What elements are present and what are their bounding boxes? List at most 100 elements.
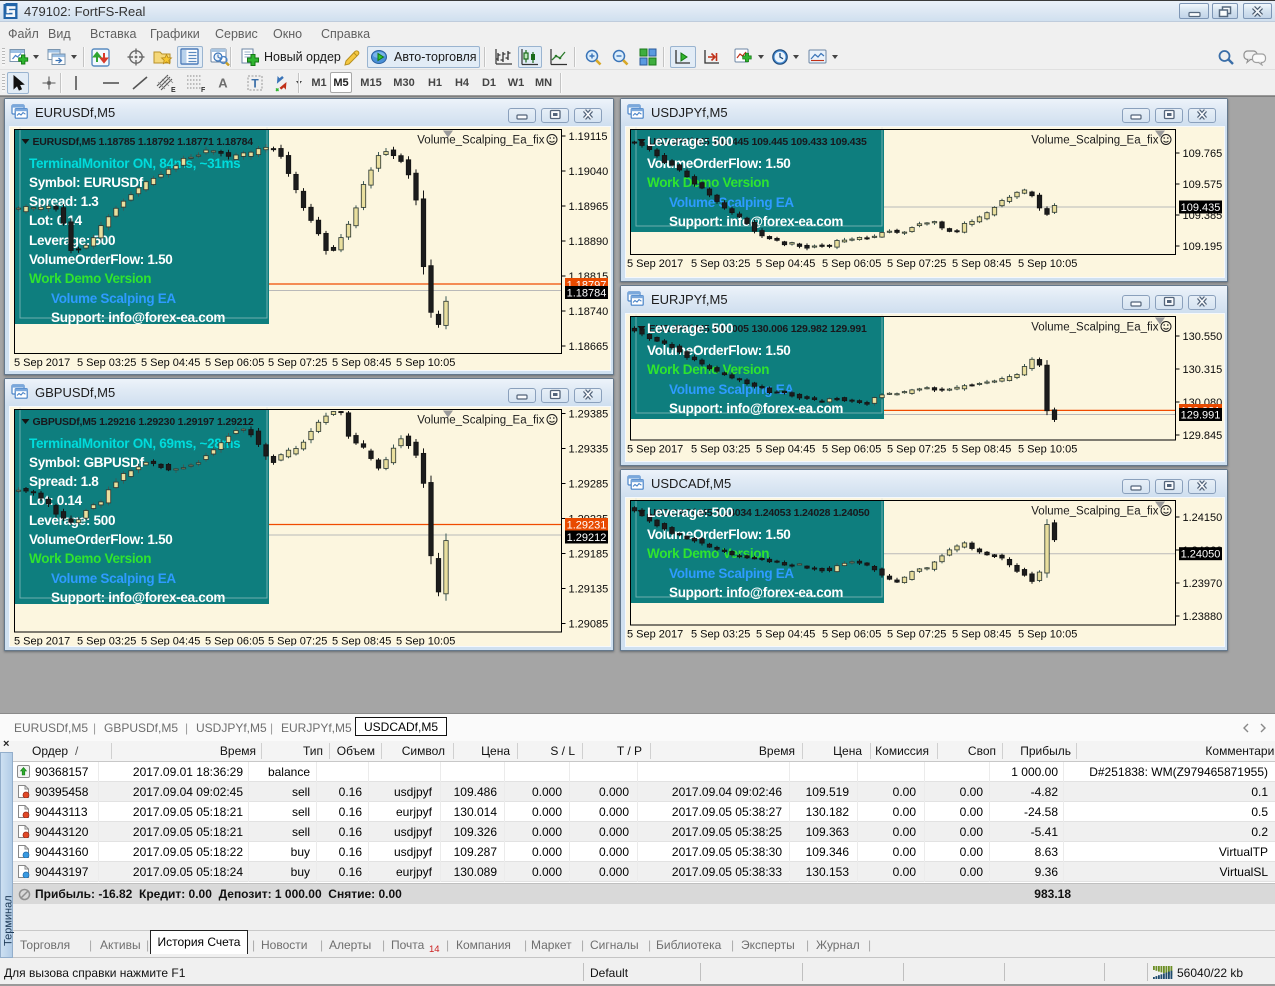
svg-text:5 Sep 10:05: 5 Sep 10:05 <box>396 357 455 369</box>
svg-text:1.29085: 1.29085 <box>569 619 609 631</box>
svg-text:5 Sep 06:05: 5 Sep 06:05 <box>205 357 264 369</box>
svg-text:5 Sep 04:45: 5 Sep 04:45 <box>141 357 200 369</box>
svg-text:109.435: 109.435 <box>1181 202 1221 214</box>
svg-text:129.991: 129.991 <box>1181 410 1221 422</box>
svg-text:5 Sep 07:25: 5 Sep 07:25 <box>268 636 327 647</box>
svg-text:Volume Scalping EA: Volume Scalping EA <box>51 291 176 306</box>
svg-text:Spread: 1.8: Spread: 1.8 <box>29 474 99 489</box>
svg-text:1.18784: 1.18784 <box>567 288 607 300</box>
svg-text:130.315: 130.315 <box>1183 364 1223 376</box>
svg-text:1.18890: 1.18890 <box>569 236 609 248</box>
svg-text:Volume_Scalping_Ea_fix: Volume_Scalping_Ea_fix <box>417 135 544 147</box>
svg-text:Volume_Scalping_Ea_fix: Volume_Scalping_Ea_fix <box>1031 506 1158 518</box>
svg-text:Volume_Scalping_Ea_fix: Volume_Scalping_Ea_fix <box>1031 322 1158 334</box>
svg-text:5 Sep 06:05: 5 Sep 06:05 <box>205 636 264 647</box>
svg-text:TerminalMonitor ON, 84ms, ~31m: TerminalMonitor ON, 84ms, ~31ms <box>29 156 240 171</box>
svg-text:5 Sep 03:25: 5 Sep 03:25 <box>77 636 136 647</box>
svg-text:Volume_Scalping_Ea_fix: Volume_Scalping_Ea_fix <box>1031 135 1158 147</box>
svg-text:5 Sep 07:25: 5 Sep 07:25 <box>887 258 946 270</box>
svg-text:1.24150: 1.24150 <box>1183 512 1223 524</box>
svg-text:1.29285: 1.29285 <box>569 479 609 491</box>
svg-text:Leverage: 500: Leverage: 500 <box>647 321 733 336</box>
svg-text:Work Demo Version: Work Demo Version <box>647 362 769 377</box>
svg-text:5 Sep 10:05: 5 Sep 10:05 <box>1018 444 1077 456</box>
svg-text:VolumeOrderFlow: 1.50: VolumeOrderFlow: 1.50 <box>29 532 173 547</box>
svg-text:VolumeOrderFlow: 1.50: VolumeOrderFlow: 1.50 <box>647 343 791 358</box>
svg-text:GBPUSDf,M5 1.29216 1.29230 1.: GBPUSDf,M5 1.29216 1.29230 1.29197 1.292… <box>33 416 254 428</box>
svg-text:1.18740: 1.18740 <box>569 306 609 318</box>
svg-text:Work Demo Version: Work Demo Version <box>647 175 769 190</box>
svg-text:5 Sep 2017: 5 Sep 2017 <box>627 629 683 641</box>
svg-text:130.550: 130.550 <box>1183 331 1223 343</box>
svg-text:129.845: 129.845 <box>1183 430 1223 442</box>
svg-text:109.575: 109.575 <box>1183 179 1223 191</box>
svg-text:5 Sep 08:45: 5 Sep 08:45 <box>332 357 391 369</box>
svg-text:Volume_Scalping_Ea_fix: Volume_Scalping_Ea_fix <box>417 415 544 427</box>
svg-text:T: T <box>251 77 259 91</box>
svg-text:5 Sep 10:05: 5 Sep 10:05 <box>1018 629 1077 641</box>
svg-text:Support: info@forex-ea.com: Support: info@forex-ea.com <box>669 585 843 600</box>
svg-text:5 Sep 04:45: 5 Sep 04:45 <box>756 258 815 270</box>
svg-text:EURUSDf,M5 1.18785 1.18792 1.: EURUSDf,M5 1.18785 1.18792 1.18771 1.187… <box>33 136 254 148</box>
svg-text:1.29231: 1.29231 <box>567 520 607 532</box>
svg-text:5 Sep 08:45: 5 Sep 08:45 <box>952 444 1011 456</box>
svg-text:VolumeOrderFlow: 1.50: VolumeOrderFlow: 1.50 <box>647 527 791 542</box>
svg-text:Leverage: 500: Leverage: 500 <box>647 134 733 149</box>
svg-text:109.765: 109.765 <box>1183 148 1223 160</box>
svg-text:1.29335: 1.29335 <box>569 444 609 456</box>
svg-text:5 Sep 03:25: 5 Sep 03:25 <box>691 629 750 641</box>
svg-text:5 Sep 03:25: 5 Sep 03:25 <box>691 258 750 270</box>
svg-text:E: E <box>171 87 176 93</box>
svg-text:5 Sep 03:25: 5 Sep 03:25 <box>77 357 136 369</box>
svg-text:5 Sep 2017: 5 Sep 2017 <box>14 357 70 369</box>
svg-text:1.29212: 1.29212 <box>567 532 607 544</box>
svg-text:Work Demo Version: Work Demo Version <box>647 546 769 561</box>
svg-text:5 Sep 08:45: 5 Sep 08:45 <box>952 629 1011 641</box>
svg-text:1.19040: 1.19040 <box>569 166 609 178</box>
svg-text:1.29135: 1.29135 <box>569 584 609 596</box>
svg-text:F: F <box>201 87 206 93</box>
svg-text:5 Sep 07:25: 5 Sep 07:25 <box>887 629 946 641</box>
svg-text:1.19115: 1.19115 <box>569 131 608 143</box>
svg-text:Spread: 1.3: Spread: 1.3 <box>29 194 99 209</box>
svg-text:TerminalMonitor ON, 69ms, ~28m: TerminalMonitor ON, 69ms, ~28ms <box>29 436 240 451</box>
svg-text:1.29185: 1.29185 <box>569 549 609 561</box>
svg-text:Support: info@forex-ea.com: Support: info@forex-ea.com <box>669 401 843 416</box>
svg-text:1.18665: 1.18665 <box>569 341 609 353</box>
svg-text:Support: info@forex-ea.com: Support: info@forex-ea.com <box>51 310 225 325</box>
svg-text:Work Demo Version: Work Demo Version <box>29 551 151 566</box>
svg-text:Volume Scalping EA: Volume Scalping EA <box>669 382 794 397</box>
svg-text:5 Sep 07:25: 5 Sep 07:25 <box>887 444 946 456</box>
svg-text:Support: info@forex-ea.com: Support: info@forex-ea.com <box>51 590 225 605</box>
svg-text:5 Sep 04:45: 5 Sep 04:45 <box>141 636 200 647</box>
svg-text:5 Sep 2017: 5 Sep 2017 <box>627 444 683 456</box>
svg-text:5 Sep 04:45: 5 Sep 04:45 <box>756 629 815 641</box>
svg-text:109.195: 109.195 <box>1183 241 1223 253</box>
svg-text:Lot: 0.14: Lot: 0.14 <box>29 213 83 228</box>
svg-text:Symbol: GBPUSDf: Symbol: GBPUSDf <box>29 455 145 470</box>
svg-text:5 Sep 2017: 5 Sep 2017 <box>627 258 683 270</box>
svg-text:A: A <box>218 76 228 91</box>
svg-text:Work Demo Version: Work Demo Version <box>29 271 151 286</box>
svg-text:Leverage: 500: Leverage: 500 <box>647 505 733 520</box>
svg-text:5 Sep 04:45: 5 Sep 04:45 <box>756 444 815 456</box>
svg-text:5 Sep 06:05: 5 Sep 06:05 <box>822 258 881 270</box>
svg-text:5 Sep 03:25: 5 Sep 03:25 <box>691 444 750 456</box>
svg-text:1.24050: 1.24050 <box>1181 549 1221 561</box>
svg-text:5 Sep 10:05: 5 Sep 10:05 <box>396 636 455 647</box>
svg-text:1.18965: 1.18965 <box>569 201 609 213</box>
svg-text:5 Sep 10:05: 5 Sep 10:05 <box>1018 258 1077 270</box>
svg-text:Volume Scalping EA: Volume Scalping EA <box>669 566 794 581</box>
svg-text:VolumeOrderFlow: 1.50: VolumeOrderFlow: 1.50 <box>29 252 173 267</box>
svg-text:Volume Scalping EA: Volume Scalping EA <box>51 571 176 586</box>
svg-text:5 Sep 08:45: 5 Sep 08:45 <box>952 258 1011 270</box>
svg-text:5 Sep 2017: 5 Sep 2017 <box>14 636 70 647</box>
svg-text:1.23880: 1.23880 <box>1183 611 1223 623</box>
svg-text:5 Sep 07:25: 5 Sep 07:25 <box>268 357 327 369</box>
svg-text:5 Sep 06:05: 5 Sep 06:05 <box>822 629 881 641</box>
svg-text:Symbol: EURUSDf: Symbol: EURUSDf <box>29 175 144 190</box>
svg-text:5 Sep 08:45: 5 Sep 08:45 <box>332 636 391 647</box>
svg-text:5 Sep 06:05: 5 Sep 06:05 <box>822 444 881 456</box>
svg-text:Терминал: Терминал <box>3 895 15 946</box>
svg-text:1.29385: 1.29385 <box>569 409 609 421</box>
